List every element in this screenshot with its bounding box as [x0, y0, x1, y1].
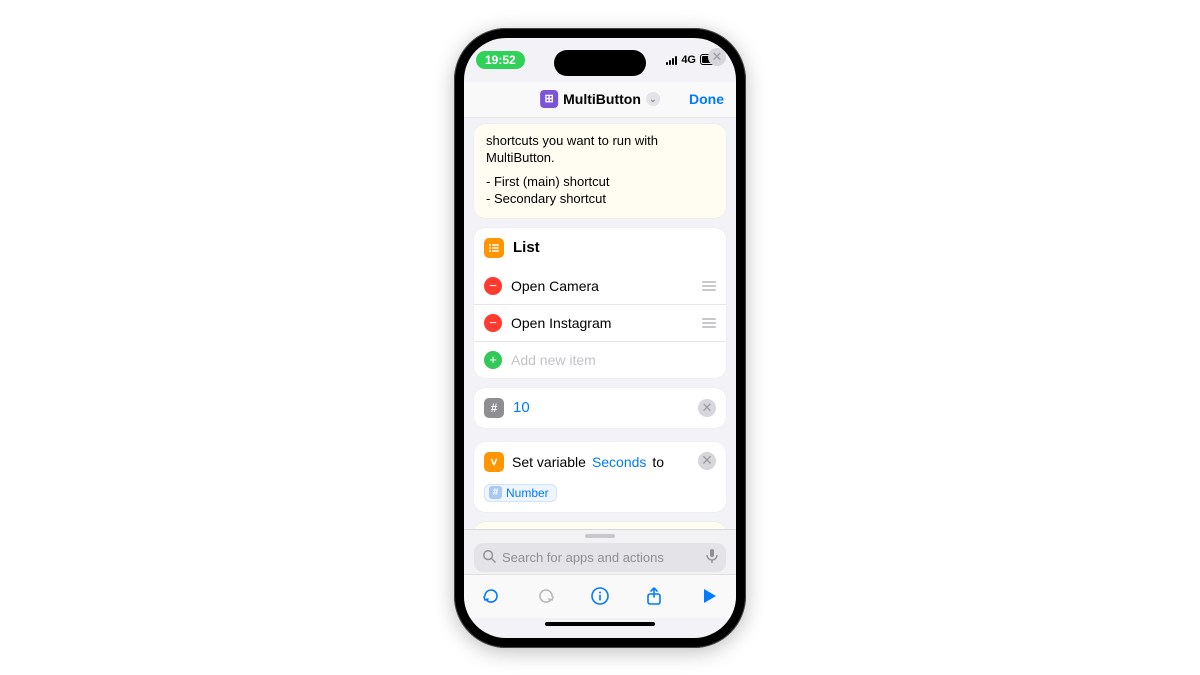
add-item-icon[interactable]: +: [484, 351, 502, 369]
hash-icon: #: [489, 486, 502, 499]
done-button[interactable]: Done: [689, 91, 724, 107]
status-time-pill: 19:52: [476, 51, 525, 69]
bottom-toolbar: [464, 574, 736, 618]
grabber-handle[interactable]: [585, 534, 615, 538]
number-icon: #: [484, 398, 504, 418]
add-item-placeholder: Add new item: [511, 352, 716, 368]
drag-handle-icon[interactable]: [702, 318, 716, 328]
comment-action-card[interactable]: Comment ✕ Create the initial structure f…: [474, 522, 726, 529]
intro-bullet-1: - First (main) shortcut: [486, 173, 714, 191]
setvar-prefix: Set variable: [512, 454, 586, 470]
list-action-card: List ✕ − Open Camera − Open Instagram: [474, 228, 726, 378]
nav-bar: ⊞ MultiButton ⌄ Done: [464, 82, 736, 118]
search-input[interactable]: [502, 550, 700, 565]
drag-handle-icon[interactable]: [702, 281, 716, 291]
dynamic-island: [554, 50, 646, 76]
variable-icon: 𝗏: [484, 452, 504, 472]
undo-button[interactable]: [475, 580, 507, 612]
variable-name-token[interactable]: Seconds: [592, 454, 646, 470]
list-item-row[interactable]: − Open Camera: [474, 268, 726, 304]
network-label: 4G: [681, 54, 696, 66]
number-value[interactable]: 10: [513, 399, 530, 416]
phone-frame: 19:52 4G ⊞ MultiButton ⌄ Done short: [454, 28, 746, 648]
home-indicator[interactable]: [464, 618, 736, 638]
intro-bullet-2: - Secondary shortcut: [486, 190, 714, 208]
variable-value-pill[interactable]: # Number: [484, 484, 557, 502]
shortcut-title[interactable]: ⊞ MultiButton ⌄: [540, 90, 660, 108]
search-field[interactable]: [474, 543, 726, 572]
list-item-row[interactable]: − Open Instagram: [474, 304, 726, 341]
share-button[interactable]: [638, 580, 670, 612]
screen: 19:52 4G ⊞ MultiButton ⌄ Done short: [464, 38, 736, 638]
remove-item-icon[interactable]: −: [484, 314, 502, 332]
search-panel: [464, 529, 736, 574]
add-item-row[interactable]: + Add new item: [474, 341, 726, 378]
chevron-down-icon[interactable]: ⌄: [646, 92, 660, 106]
info-button[interactable]: [584, 580, 616, 612]
list-item-text[interactable]: Open Camera: [511, 278, 693, 294]
intro-comment-card: shortcuts you want to run with MultiButt…: [474, 124, 726, 218]
list-item-text[interactable]: Open Instagram: [511, 315, 693, 331]
list-icon: [484, 238, 504, 258]
delete-action-button[interactable]: ✕: [698, 452, 716, 470]
actions-scroll[interactable]: shortcuts you want to run with MultiButt…: [464, 118, 736, 529]
app-badge-icon: ⊞: [540, 90, 558, 108]
signal-bars-icon: [666, 55, 677, 65]
remove-item-icon[interactable]: −: [484, 277, 502, 295]
title-text: MultiButton: [563, 91, 641, 107]
run-button[interactable]: [693, 580, 725, 612]
mic-icon[interactable]: [706, 549, 718, 566]
delete-action-button[interactable]: ✕: [698, 399, 716, 417]
redo-button: [530, 580, 562, 612]
set-variable-card[interactable]: 𝗏 Set variable Seconds to ✕ # Number: [474, 442, 726, 512]
search-icon: [482, 549, 496, 566]
list-title: List: [513, 239, 716, 256]
number-action-card[interactable]: # 10 ✕: [474, 388, 726, 428]
intro-tail: shortcuts you want to run with MultiButt…: [486, 132, 714, 167]
setvar-to: to: [652, 454, 664, 470]
